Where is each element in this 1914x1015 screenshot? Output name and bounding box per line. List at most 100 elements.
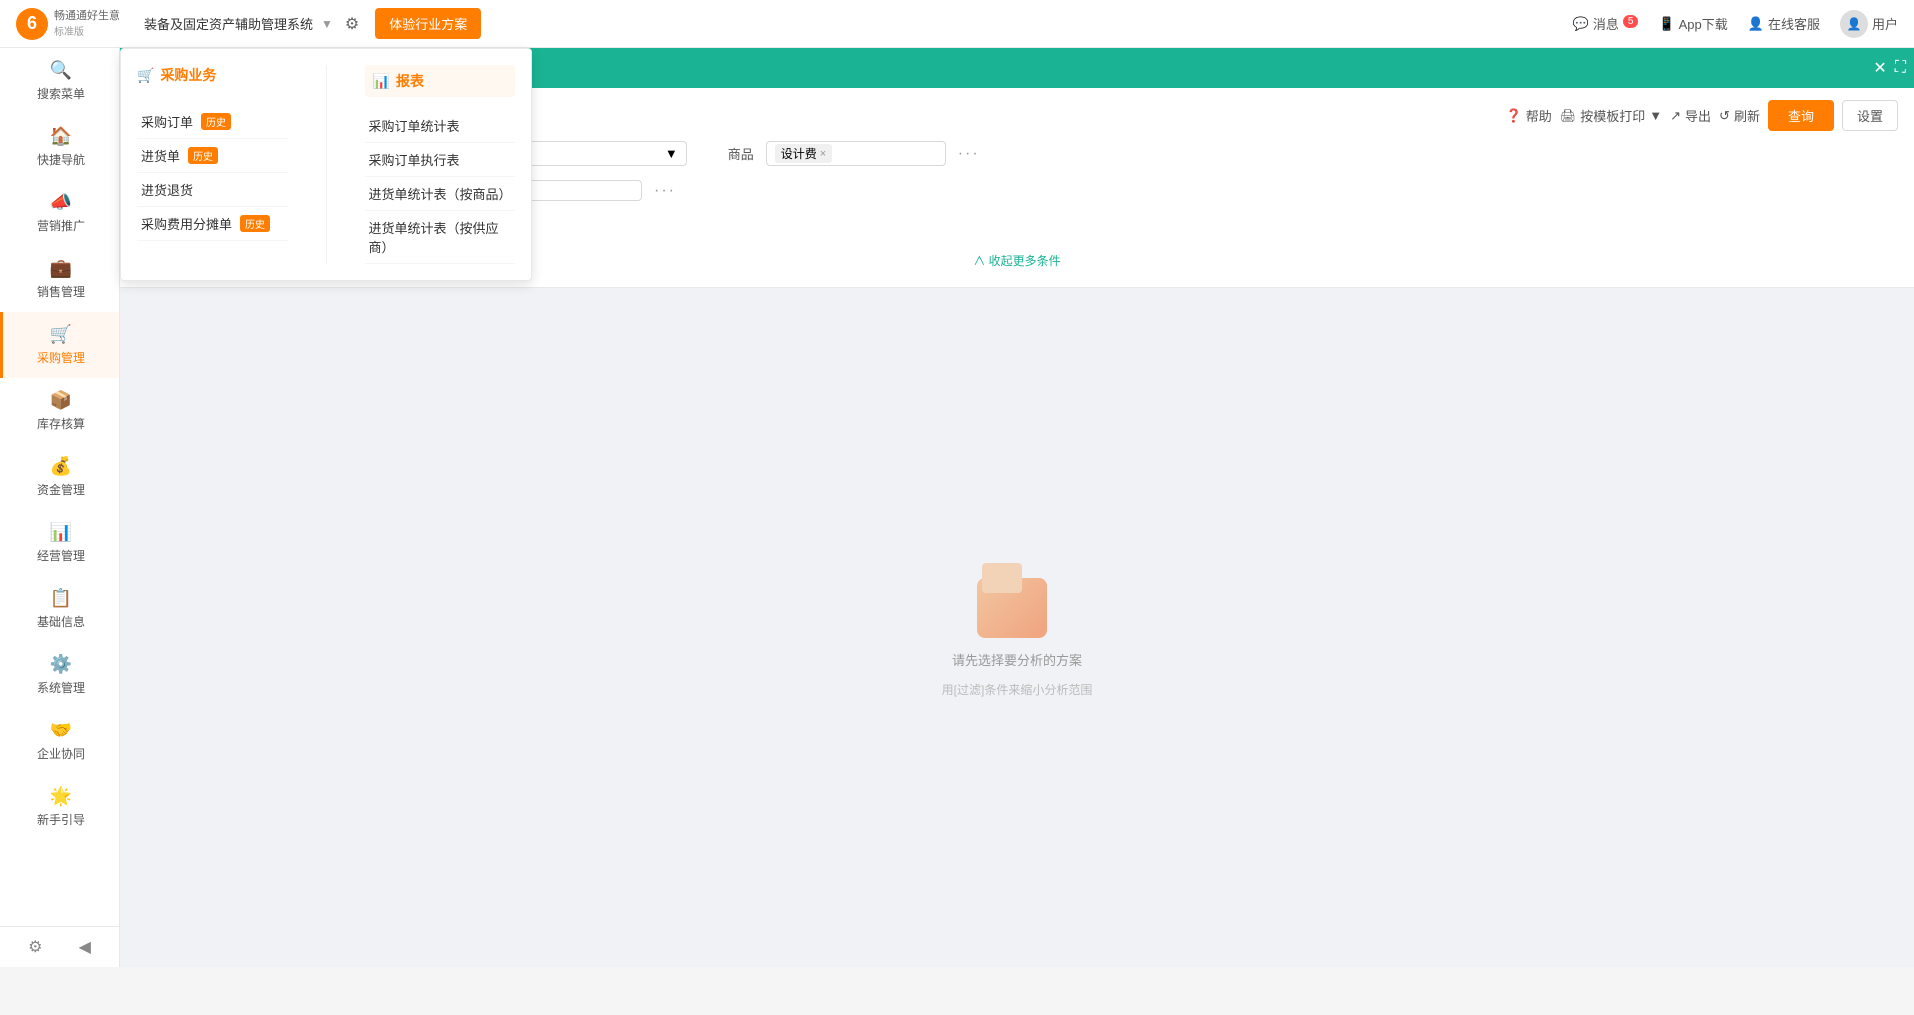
system-dropdown-arrow[interactable]: ▼ (321, 17, 333, 31)
goods-more-btn[interactable]: ··· (958, 145, 980, 163)
logo-area: 6 畅通通好生意 标准版 (16, 8, 136, 40)
tab-right-btns: ✕ ⛶ (1873, 58, 1906, 78)
messages-label: 消息 (1593, 14, 1619, 33)
sidebar-item-system[interactable]: ⚙️ 系统管理 (0, 642, 119, 708)
menu-item-purchase-order-stat[interactable]: 采购订单统计表 (365, 109, 516, 143)
sidebar-item-enterprise[interactable]: 🤝 企业协同 (0, 708, 119, 774)
system-name: 装备及固定资产辅助管理系统 (144, 14, 313, 33)
refresh-btn[interactable]: ↺ 刷新 (1719, 106, 1760, 125)
sidebar-item-marketing[interactable]: 📣 营销推广 (0, 180, 119, 246)
history-badge-2: 历史 (188, 147, 218, 164)
menu-item-purchase-expense-label: 采购费用分摊单 (141, 214, 232, 233)
purchase-dropdown-menu: 🛒 采购业务 采购订单 历史 进货单 历史 进货退货 采购费用分摊单 历史 📊 … (120, 48, 532, 281)
goods-tag-remove[interactable]: × (820, 148, 826, 160)
menu-divider (326, 65, 327, 264)
settings-button[interactable]: 设置 (1842, 100, 1898, 131)
marketing-icon: 📣 (50, 192, 72, 213)
refresh-label: 刷新 (1734, 106, 1760, 125)
help-btn[interactable]: ❓ 帮助 (1506, 106, 1552, 125)
sidebar-label-quick-nav: 快捷导航 (37, 151, 85, 168)
sidebar-label-system: 系统管理 (37, 679, 85, 696)
salesman-more-btn[interactable]: ··· (654, 182, 676, 200)
menu-item-goods-receipt-label: 进货单 (141, 146, 180, 165)
system-icon: ⚙️ (50, 654, 72, 675)
sidebar-bottom: ⚙ ◀ (0, 926, 119, 967)
report-section-icon: 📊 (373, 73, 390, 90)
refresh-icon: ↺ (1719, 108, 1730, 124)
sidebar-item-quick-nav[interactable]: 🏠 快捷导航 (0, 114, 119, 180)
search-icon: 🔍 (50, 60, 72, 81)
menu-item-purchase-expense[interactable]: 采购费用分摊单 历史 (137, 207, 288, 241)
report-section: 📊 报表 采购订单统计表 采购订单执行表 进货单统计表（按商品） 进货单统计表（… (365, 65, 516, 264)
goods-tag-input[interactable]: 设计费 × (766, 141, 946, 166)
settings-icon[interactable]: ⚙ (345, 14, 359, 34)
online-service-btn[interactable]: 👤 在线客服 (1748, 14, 1820, 33)
operations-icon: 📊 (50, 522, 72, 543)
sidebar-label-finance: 资金管理 (37, 481, 85, 498)
menu-item-purchase-order-exec-label: 采购订单执行表 (369, 150, 460, 169)
sidebar-item-inventory[interactable]: 📦 库存核算 (0, 378, 119, 444)
home-icon: 🏠 (50, 126, 72, 147)
sidebar-settings-btn[interactable]: ⚙ (28, 937, 42, 957)
menu-item-goods-return[interactable]: 进货退货 (137, 173, 288, 207)
menu-item-goods-receipt-stat-supplier-label: 进货单统计表（按供应商） (369, 218, 512, 256)
empty-hint-2: 用[过滤]条件来缩小分析范围 (942, 681, 1093, 698)
user-btn[interactable]: 👤 用户 (1840, 10, 1898, 38)
history-badge-3: 历史 (240, 215, 270, 232)
goods-tag-chip: 设计费 × (775, 144, 832, 163)
export-btn[interactable]: ↗ 导出 (1670, 106, 1711, 125)
print-icon: 🖨 (1560, 108, 1577, 124)
status-select[interactable]: ▼ (527, 141, 687, 166)
purchase-section-label: 采购业务 (160, 65, 216, 85)
print-btn[interactable]: 🖨 按模板打印 ▼ (1560, 106, 1662, 125)
phone-icon: 📱 (1658, 16, 1674, 32)
export-label: 导出 (1685, 106, 1711, 125)
sidebar-label-newbie: 新手引导 (37, 811, 85, 828)
menu-item-purchase-order-stat-label: 采购订单统计表 (369, 116, 460, 135)
sidebar-item-newbie[interactable]: 🌟 新手引导 (0, 774, 119, 840)
sidebar-label-enterprise: 企业协同 (37, 745, 85, 762)
export-icon: ↗ (1670, 108, 1681, 124)
menu-item-purchase-order-exec[interactable]: 采购订单执行表 (365, 143, 516, 177)
menu-item-goods-receipt-stat-goods[interactable]: 进货单统计表（按商品） (365, 177, 516, 211)
sales-icon: 💼 (50, 258, 72, 279)
sidebar-item-purchase[interactable]: 🛒 采购管理 (0, 312, 119, 378)
empty-box-graphic (977, 578, 1047, 638)
sidebar: 🔍 搜索菜单 🏠 快捷导航 📣 营销推广 💼 销售管理 🛒 采购管理 📦 库存核… (0, 48, 120, 967)
sidebar-item-sales[interactable]: 💼 销售管理 (0, 246, 119, 312)
query-button[interactable]: 查询 (1768, 100, 1834, 131)
sidebar-item-operations[interactable]: 📊 经营管理 (0, 510, 119, 576)
online-service-label: 在线客服 (1768, 14, 1820, 33)
app-download-btn[interactable]: 📱 App下载 (1658, 14, 1727, 33)
empty-illustration (967, 558, 1067, 638)
sidebar-item-search[interactable]: 🔍 搜索菜单 (0, 48, 119, 114)
help-label: 帮助 (1526, 106, 1552, 125)
help-icon: ❓ (1506, 108, 1522, 124)
sidebar-item-basic-info[interactable]: 📋 基础信息 (0, 576, 119, 642)
tab-expand-icon[interactable]: ⛶ (1895, 59, 1906, 77)
purchase-icon: 🛒 (50, 324, 72, 345)
messages-btn[interactable]: 💬 消息 5 (1573, 14, 1639, 33)
top-header: 6 畅通通好生意 标准版 装备及固定资产辅助管理系统 ▼ ⚙ 体验行业方案 💬 … (0, 0, 1914, 48)
header-right: 💬 消息 5 📱 App下载 👤 在线客服 👤 用户 (1573, 10, 1898, 38)
menu-item-goods-receipt[interactable]: 进货单 历史 (137, 139, 288, 173)
sidebar-label-operations: 经营管理 (37, 547, 85, 564)
app-download-label: App下载 (1679, 14, 1728, 33)
sidebar-collapse-btn[interactable]: ◀ (79, 937, 91, 957)
industry-btn[interactable]: 体验行业方案 (375, 8, 481, 39)
tab-close-window-icon[interactable]: ✕ (1873, 58, 1886, 78)
menu-item-purchase-order[interactable]: 采购订单 历史 (137, 105, 288, 139)
empty-hint-1: 请先选择要分析的方案 (952, 650, 1082, 669)
finance-icon: 💰 (50, 456, 72, 477)
basic-info-icon: 📋 (50, 588, 72, 609)
system-title-area: 装备及固定资产辅助管理系统 ▼ ⚙ 体验行业方案 (144, 8, 1573, 39)
menu-item-goods-receipt-stat-supplier[interactable]: 进货单统计表（按供应商） (365, 211, 516, 264)
user-label: 用户 (1872, 14, 1898, 33)
status-value (536, 146, 540, 161)
sidebar-item-finance[interactable]: 💰 资金管理 (0, 444, 119, 510)
purchase-section-title: 🛒 采购业务 (137, 65, 288, 93)
brand-sub: 标准版 (54, 23, 120, 38)
status-dropdown-icon: ▼ (665, 146, 678, 161)
inventory-icon: 📦 (50, 390, 72, 411)
report-section-label: 报表 (396, 71, 424, 91)
